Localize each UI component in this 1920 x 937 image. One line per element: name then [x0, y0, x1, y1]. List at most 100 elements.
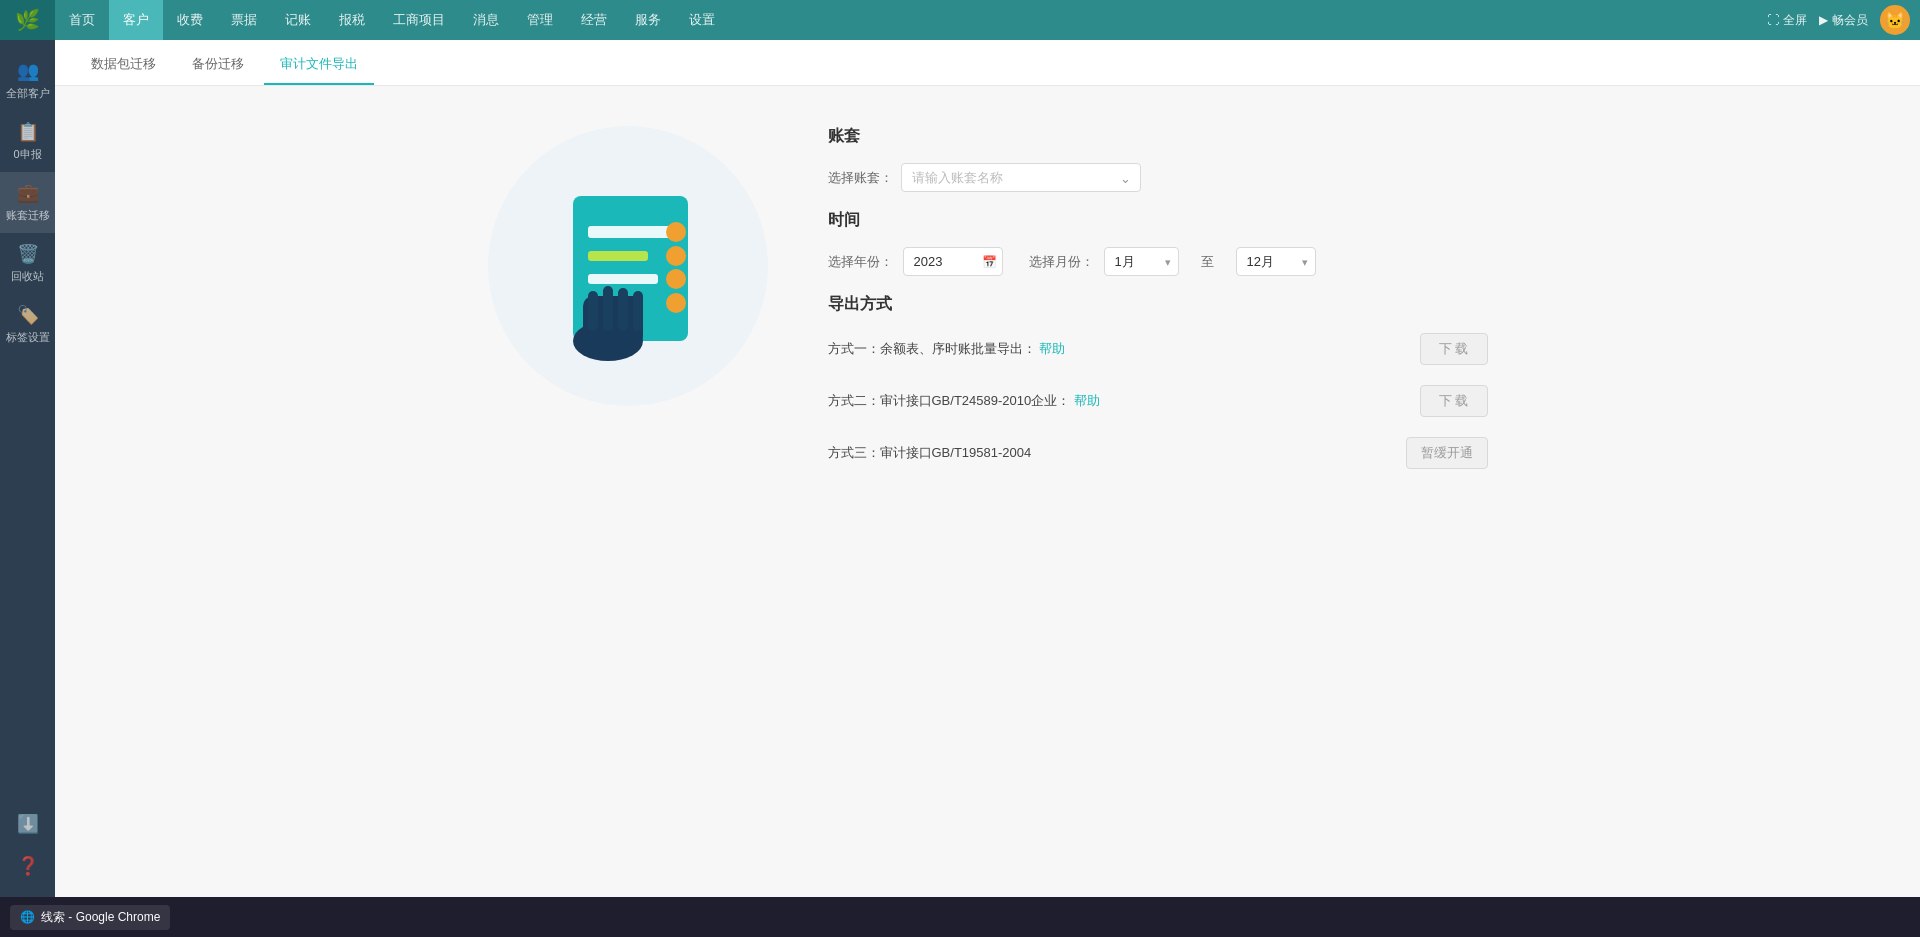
month-end-select[interactable]: 1月 2月 3月 4月 5月 6月 7月 8月 9月 10月 [1236, 247, 1316, 276]
nav-items: 首页 客户 收费 票据 记账 报税 工商项目 消息 管理 经营 服务 设置 [55, 0, 729, 40]
export-method-2-help-link[interactable]: 帮助 [1074, 393, 1100, 408]
month-end-wrap: 1月 2月 3月 4月 5月 6月 7月 8月 9月 10月 [1236, 247, 1316, 276]
svg-rect-1 [588, 226, 673, 238]
time-row: 选择年份： 🗓 选择月份： 1月 2月 3月 [828, 247, 1488, 276]
svg-rect-11 [588, 291, 598, 331]
export-method-1-download-button[interactable]: 下 载 [1420, 333, 1488, 365]
sidebar-item-all-customers[interactable]: 👥 全部客户 [0, 50, 55, 111]
export-method-2-label: 方式二：审计接口GB/T24589-2010企业： 帮助 [828, 392, 1420, 410]
to-label: 至 [1197, 253, 1218, 271]
svg-point-6 [666, 246, 686, 266]
zero-report-icon: 📋 [17, 121, 39, 143]
fullscreen-label: 全屏 [1783, 12, 1807, 29]
sidebar-item-tag-settings[interactable]: 🏷️ 标签设置 [0, 294, 55, 355]
svg-point-5 [666, 222, 686, 242]
account-section-title: 账套 [828, 126, 1488, 147]
sidebar-item-help[interactable]: ❓ [0, 845, 55, 887]
export-method-3-row: 方式三：审计接口GB/T19581-2004 暂缓开通 [828, 437, 1488, 469]
svg-rect-3 [588, 274, 658, 284]
sidebar-item-download[interactable]: ⬇️ [0, 803, 55, 845]
svg-rect-12 [603, 286, 613, 331]
page-inner: 账套 选择账套： 请输入账套名称 时间 选择年份： [488, 126, 1488, 489]
sidebar-item-recycle[interactable]: 🗑️ 回收站 [0, 233, 55, 294]
account-select-row: 选择账套： 请输入账套名称 [828, 163, 1488, 192]
tab-backup-migration[interactable]: 备份迁移 [176, 45, 260, 85]
sidebar-item-label: 0申报 [13, 147, 41, 162]
nav-item-invoice[interactable]: 票据 [217, 0, 271, 40]
fullscreen-icon: ⛶ [1767, 13, 1779, 27]
sidebar-item-zero-report[interactable]: 📋 0申报 [0, 111, 55, 172]
nav-item-service[interactable]: 服务 [621, 0, 675, 40]
export-method-3-open-button[interactable]: 暂缓开通 [1406, 437, 1488, 469]
nav-item-business[interactable]: 工商项目 [379, 0, 459, 40]
export-method-1-help-link[interactable]: 帮助 [1039, 341, 1065, 356]
member-button[interactable]: ▶ 畅会员 [1819, 12, 1868, 29]
account-select-label: 选择账套： [828, 169, 893, 187]
nav-item-customer[interactable]: 客户 [109, 0, 163, 40]
svg-rect-14 [633, 291, 643, 331]
sidebar-item-label: 账套迁移 [6, 208, 50, 223]
form-area: 账套 选择账套： 请输入账套名称 时间 选择年份： [828, 126, 1488, 489]
nav-right: ⛶ 全屏 ▶ 畅会员 🐱 [1767, 5, 1910, 35]
tag-icon: 🏷️ [17, 304, 39, 326]
all-customers-icon: 👥 [17, 60, 39, 82]
export-section-title: 导出方式 [828, 294, 1488, 315]
export-method-1-label: 方式一：余额表、序时账批量导出： 帮助 [828, 340, 1420, 358]
illustration-wrap [488, 126, 768, 406]
help-icon: ❓ [17, 855, 39, 877]
account-select[interactable]: 请输入账套名称 [901, 163, 1141, 192]
tab-audit-export[interactable]: 审计文件导出 [264, 45, 374, 85]
logo-icon: 🌿 [15, 8, 40, 32]
sidebar-item-label: 回收站 [11, 269, 44, 284]
account-select-wrapper: 请输入账套名称 [901, 163, 1141, 192]
export-method-3-label: 方式三：审计接口GB/T19581-2004 [828, 444, 1406, 462]
month-start-wrap: 1月 2月 3月 4月 5月 6月 7月 8月 9月 10月 [1104, 247, 1179, 276]
sidebar-item-account-migration[interactable]: 💼 账套迁移 [0, 172, 55, 233]
main-layout: 👥 全部客户 📋 0申报 💼 账套迁移 🗑️ 回收站 🏷️ 标签设置 ⬇️ ❓ [0, 40, 1920, 897]
nav-item-settings[interactable]: 设置 [675, 0, 729, 40]
svg-point-8 [666, 293, 686, 313]
tabs-bar: 数据包迁移 备份迁移 审计文件导出 [55, 40, 1920, 86]
recycle-icon: 🗑️ [17, 243, 39, 265]
video-icon: ▶ [1819, 13, 1828, 27]
sidebar-item-label: 标签设置 [6, 330, 50, 345]
time-section-title: 时间 [828, 210, 1488, 231]
year-input[interactable] [903, 247, 1003, 276]
nav-item-fee[interactable]: 收费 [163, 0, 217, 40]
top-navigation: 🌿 首页 客户 收费 票据 记账 报税 工商项目 消息 管理 经营 服务 设置 … [0, 0, 1920, 40]
month-start-select[interactable]: 1月 2月 3月 4月 5月 6月 7月 8月 9月 10月 [1104, 247, 1179, 276]
nav-item-tax[interactable]: 报税 [325, 0, 379, 40]
avatar[interactable]: 🐱 [1880, 5, 1910, 35]
illustration-circle [488, 126, 768, 406]
taskbar: 🌐 线索 - Google Chrome [0, 897, 1920, 937]
fullscreen-button[interactable]: ⛶ 全屏 [1767, 12, 1807, 29]
svg-rect-2 [588, 251, 648, 261]
chrome-icon: 🌐 [20, 910, 35, 924]
left-sidebar: 👥 全部客户 📋 0申报 💼 账套迁移 🗑️ 回收站 🏷️ 标签设置 ⬇️ ❓ [0, 40, 55, 897]
member-label: 畅会员 [1832, 12, 1868, 29]
logo: 🌿 [0, 0, 55, 40]
content-area: 数据包迁移 备份迁移 审计文件导出 [55, 40, 1920, 897]
nav-item-message[interactable]: 消息 [459, 0, 513, 40]
export-method-2-download-button[interactable]: 下 载 [1420, 385, 1488, 417]
nav-item-bookkeeping[interactable]: 记账 [271, 0, 325, 40]
export-method-2-row: 方式二：审计接口GB/T24589-2010企业： 帮助 下 载 [828, 385, 1488, 417]
svg-point-7 [666, 269, 686, 289]
export-method-1-row: 方式一：余额表、序时账批量导出： 帮助 下 载 [828, 333, 1488, 365]
taskbar-chrome-item[interactable]: 🌐 线索 - Google Chrome [10, 905, 170, 930]
account-migration-icon: 💼 [17, 182, 39, 204]
month-label: 选择月份： [1029, 253, 1094, 271]
year-input-wrap: 🗓 [903, 247, 1003, 276]
nav-item-home[interactable]: 首页 [55, 0, 109, 40]
year-label: 选择年份： [828, 253, 893, 271]
tab-data-migration[interactable]: 数据包迁移 [75, 45, 172, 85]
page-content: 账套 选择账套： 请输入账套名称 时间 选择年份： [55, 86, 1920, 897]
nav-item-operation[interactable]: 经营 [567, 0, 621, 40]
taskbar-chrome-label: 线索 - Google Chrome [41, 909, 160, 926]
svg-rect-13 [618, 288, 628, 331]
sidebar-bottom: ⬇️ ❓ [0, 803, 55, 897]
sidebar-item-label: 全部客户 [6, 86, 50, 101]
nav-item-manage[interactable]: 管理 [513, 0, 567, 40]
illustration-svg [538, 166, 718, 366]
download-icon: ⬇️ [17, 813, 39, 835]
